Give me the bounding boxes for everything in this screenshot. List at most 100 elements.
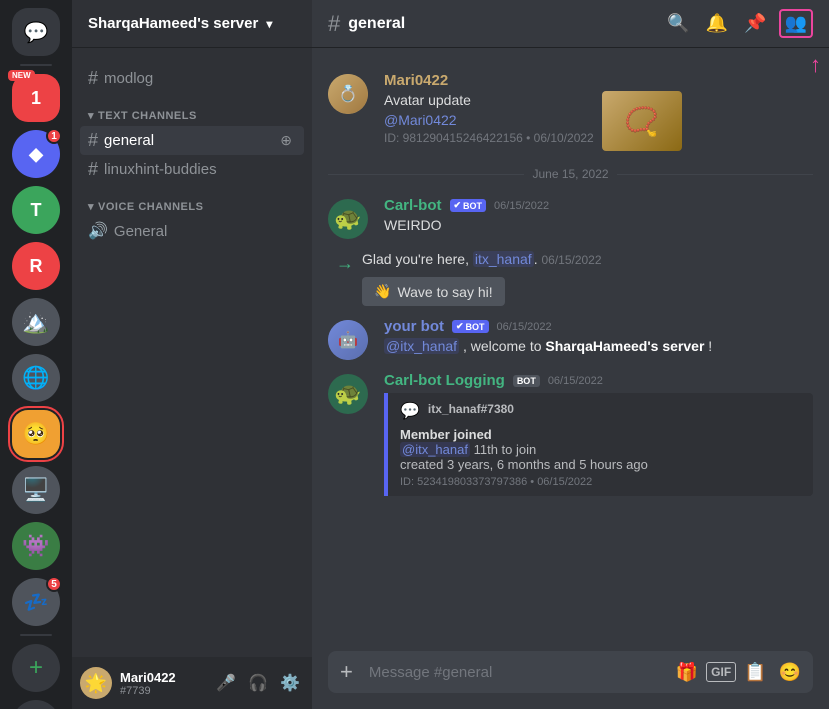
message-input-wrapper: + 🎁 GIF 📋 😊 [328, 651, 813, 693]
bell-icon[interactable]: 🔔 [702, 9, 732, 38]
channel-hash-icon: # [328, 11, 340, 37]
user-avatar[interactable]: 🌟 [80, 667, 112, 699]
avatar: 🤖 [328, 320, 368, 360]
embed-block: 💬 itx_hanaf#7380 Member joined @itx_hana… [384, 393, 813, 496]
main-content: # general 🔍 🔔 📌 👥 ↑ 💍 Mari0422 [312, 0, 829, 709]
embed-description: @itx_hanaf 11th to join [400, 442, 801, 457]
input-area: + 🎁 GIF 📋 😊 [312, 651, 829, 709]
dropdown-chevron: ▾ [266, 17, 272, 31]
message-content: Carl-bot Logging BOT 06/15/2022 💬 itx_ha… [384, 372, 813, 496]
plus-icon: + [29, 654, 43, 682]
table-row: 💍 Mari0422 Avatar update @Mari0422 [312, 68, 829, 155]
deafen-button[interactable]: 🎧 [244, 669, 272, 697]
channel-sidebar: SharqaHameed's server ▾ # modlog ▾ TEXT … [72, 0, 312, 709]
user-settings-button[interactable]: ⚙️ [276, 669, 304, 697]
channel-name-general: general [104, 132, 154, 149]
message-author: Carl-bot Logging [384, 372, 505, 389]
server-icon-new[interactable]: 1 NEW [12, 74, 60, 122]
voice-channels-category[interactable]: ▾ VOICE CHANNELS [72, 184, 312, 217]
date-text: June 15, 2022 [532, 167, 608, 181]
input-icons: 🎁 GIF 📋 😊 [672, 658, 805, 687]
server-badge-z: 5 [46, 576, 62, 592]
server-badge: 1 [46, 128, 62, 144]
message-timestamp: 06/15/2022 [497, 321, 552, 333]
message-text: WEIRDO [384, 216, 813, 236]
server-divider-2 [20, 634, 52, 636]
message-id-line: ID: 981290415246422156 • 06/10/2022 [384, 130, 594, 147]
server-icon-T[interactable]: T [12, 186, 60, 234]
embed-detail-text: created 3 years, 6 months and 5 hours ag… [400, 457, 801, 472]
attach-file-button[interactable]: + [336, 651, 357, 693]
mention: @itx_hanaf [384, 338, 459, 354]
server-icon-R[interactable]: R [12, 242, 60, 290]
server-notification-number: 1 [31, 88, 41, 109]
add-server-button[interactable]: + [12, 644, 60, 692]
server-header[interactable]: SharqaHameed's server ▾ [72, 0, 312, 48]
server-icon-monitor[interactable]: 🖥️ [12, 466, 60, 514]
voice-channel-name: General [114, 223, 167, 240]
gif-button[interactable]: GIF [706, 662, 736, 682]
server-icon-purple[interactable]: ◆ 1 [12, 130, 60, 178]
embed-mention: @itx_hanaf [400, 442, 470, 457]
user-area: 🌟 Mari0422 #7739 🎤 🎧 ⚙️ [72, 657, 312, 709]
table-row: 🐢 Carl-bot ✔ BOT 06/15/2022 WEIRDO [312, 193, 829, 243]
channel-list: # modlog ▾ TEXT CHANNELS # general ⊕ # l… [72, 48, 312, 657]
pin-icon[interactable]: 📌 [740, 9, 770, 38]
channel-item-linuxhint[interactable]: # linuxhint-buddies [80, 155, 304, 184]
text-channels-label: TEXT CHANNELS [98, 110, 197, 122]
message-timestamp: 06/15/2022 [494, 200, 549, 212]
channel-item-voice-general[interactable]: 🔊 General [80, 217, 304, 245]
voice-channels-label: VOICE CHANNELS [98, 201, 203, 213]
server-icon-landscape[interactable]: 🏔️ [12, 298, 60, 346]
wave-emoji: 👋 [374, 283, 391, 300]
hash-icon-general: # [88, 130, 98, 151]
hash-icon: # [88, 68, 98, 89]
message-text: @itx_hanaf , welcome to SharqaHameed's s… [384, 337, 813, 357]
hash-icon-linuxhint: # [88, 159, 98, 180]
server-icon-creeper[interactable]: 👾 [12, 522, 60, 570]
server-icon-emoji[interactable]: 🥺 [12, 410, 60, 458]
members-icon[interactable]: 👥 [779, 9, 813, 38]
system-arrow-icon: → [336, 253, 354, 274]
user-discriminator: #7739 [120, 685, 204, 697]
voice-collapse-icon: ▾ [88, 200, 94, 213]
gift-icon[interactable]: 🎁 [672, 658, 702, 687]
add-member-icon[interactable]: ⊕ [276, 132, 296, 149]
bold-text: SharqaHameed's server [545, 338, 704, 354]
message-content: Carl-bot ✔ BOT 06/15/2022 WEIRDO [384, 197, 813, 239]
text-channels-category[interactable]: ▾ TEXT CHANNELS [72, 93, 312, 126]
user-info: Mari0422 #7739 [120, 670, 204, 697]
explore-button[interactable]: 🧭 [12, 700, 60, 709]
system-message-text: Glad you're here, itx_hanaf. 06/15/2022 [362, 251, 602, 267]
channel-item-general[interactable]: # general ⊕ [80, 126, 304, 155]
channel-item-modlog[interactable]: # modlog [80, 64, 304, 93]
message-input[interactable] [365, 652, 664, 693]
avatar: 💍 [328, 74, 368, 114]
system-timestamp: 06/15/2022 [541, 253, 601, 267]
arrow-indicator: ↑ [810, 52, 821, 78]
wave-button[interactable]: 👋 Wave to say hi! [362, 277, 505, 306]
volume-icon: 🔊 [88, 221, 108, 241]
message-author: your bot [384, 318, 444, 335]
discord-home-button[interactable]: 💬 [12, 8, 60, 56]
message-text: Avatar update [384, 91, 594, 111]
system-message-group: → Glad you're here, itx_hanaf. 06/15/202… [312, 247, 829, 310]
server-new-badge: NEW [8, 70, 35, 81]
system-mention: itx_hanaf [473, 251, 534, 267]
date-divider: June 15, 2022 [312, 159, 829, 189]
server-name: SharqaHameed's server [88, 15, 258, 32]
message-content: Mari0422 Avatar update @Mari0422 ID: 981… [384, 72, 813, 151]
sticker-icon[interactable]: 📋 [740, 658, 770, 687]
channel-header: # general 🔍 🔔 📌 👥 [312, 0, 829, 48]
emoji-icon[interactable]: 😊 [775, 658, 805, 687]
mute-button[interactable]: 🎤 [212, 669, 240, 697]
username: Mari0422 [120, 670, 204, 685]
server-icon-globe[interactable]: 🌐 [12, 354, 60, 402]
search-icon[interactable]: 🔍 [663, 9, 693, 38]
wave-button-label: Wave to say hi! [397, 284, 492, 300]
messages-area[interactable]: 💍 Mari0422 Avatar update @Mari0422 [312, 48, 829, 651]
embed-event-label: Member joined [400, 427, 801, 442]
server-list: 💬 1 NEW ◆ 1 T R 🏔️ 🌐 🥺 🖥️ 👾 💤 5 [0, 0, 72, 709]
server-icon-z[interactable]: 💤 5 [12, 578, 60, 626]
avatar: 🐢 [328, 374, 368, 414]
